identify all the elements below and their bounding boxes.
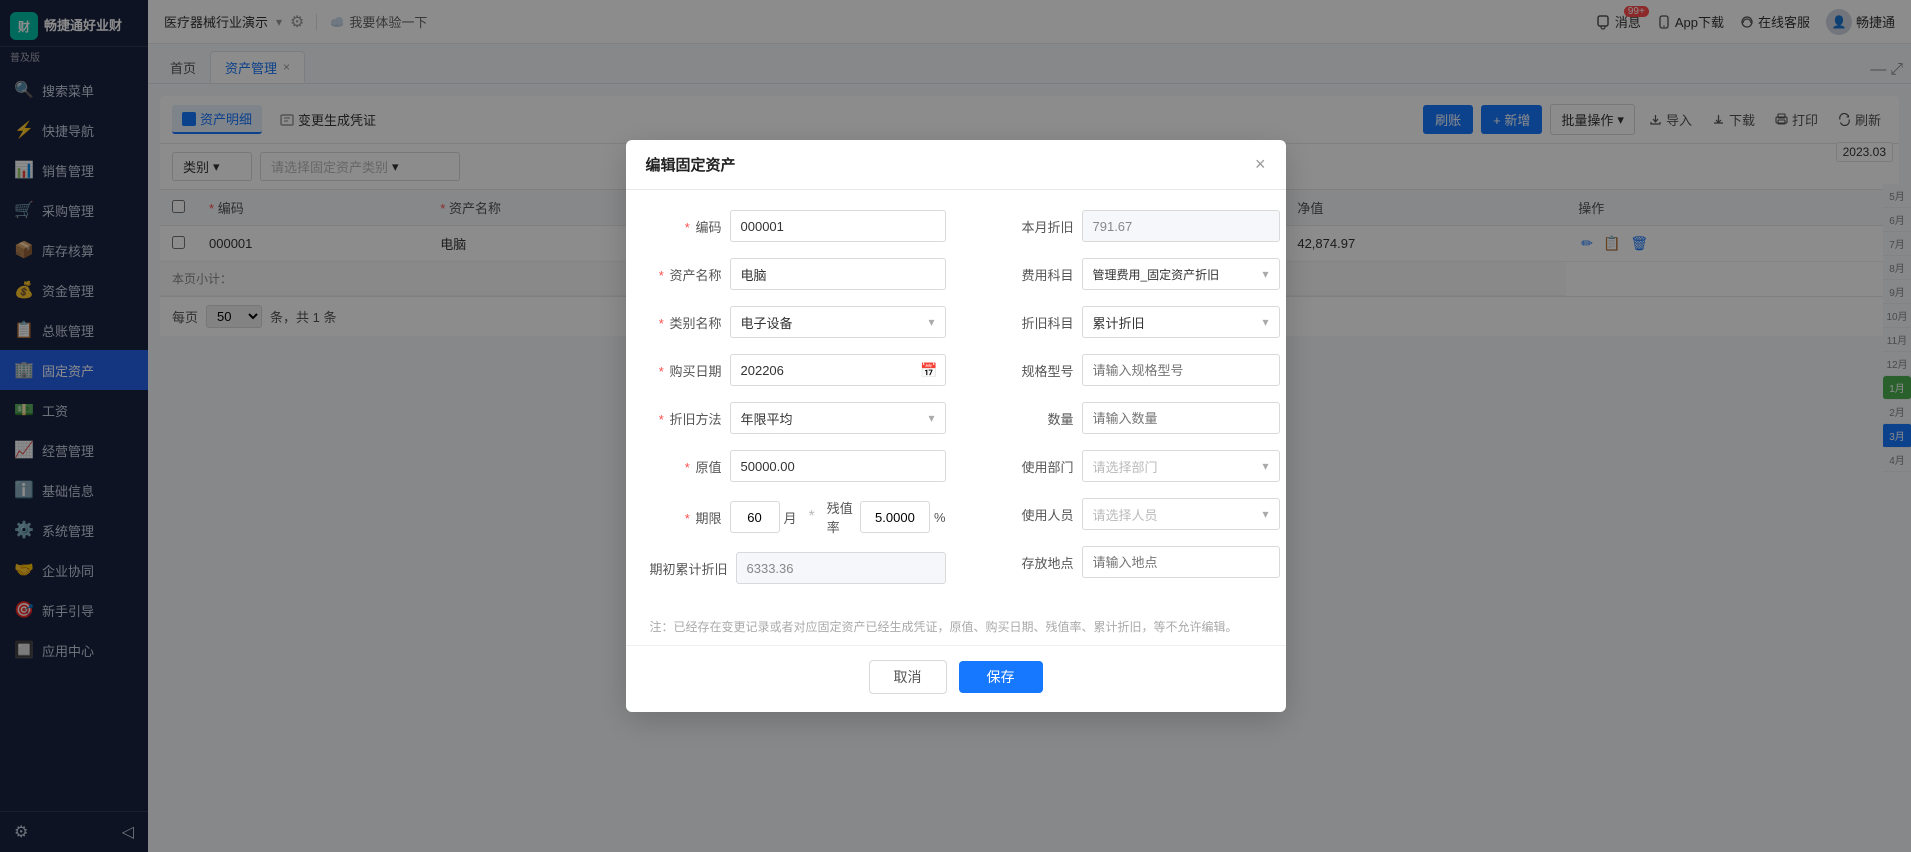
save-button[interactable]: 保存: [959, 661, 1043, 693]
depreciation-method-label: * 折旧方法: [650, 409, 730, 428]
residual-rate-input[interactable]: [860, 501, 930, 533]
edit-fixed-asset-modal: 编辑固定资产 × * 编码: [626, 140, 1286, 712]
modal-form-container: * 编码 * 资产名称: [650, 210, 1262, 600]
required-star: *: [659, 364, 664, 379]
method-dropdown-icon: ▾: [928, 411, 934, 425]
modal-body: * 编码 * 资产名称: [626, 190, 1286, 610]
name-input[interactable]: [730, 258, 946, 290]
initial-accumulated-input: [736, 552, 946, 584]
person-dropdown-icon: ▾: [1262, 507, 1268, 521]
monthly-depreciation-label: 本月折旧: [1002, 217, 1082, 236]
modal-note: 注：已经存在变更记录或者对应固定资产已经生成凭证，原值、购买日期、残值率、累计折…: [626, 610, 1286, 645]
form-row-depreciation-method: * 折旧方法 年限平均 ▾: [650, 402, 946, 434]
cancel-button[interactable]: 取消: [869, 660, 947, 694]
form-row-original-value: * 原值: [650, 450, 946, 482]
department-label: 使用部门: [1002, 457, 1082, 476]
form-row-period-residual: * 期限 月 * 残值率 %: [650, 498, 946, 536]
required-star: *: [685, 220, 690, 235]
modal-overlay: 编辑固定资产 × * 编码: [0, 0, 1911, 852]
quantity-input[interactable]: [1082, 402, 1280, 434]
required-star: *: [659, 412, 664, 427]
depreciation-dropdown-icon: ▾: [1262, 315, 1268, 329]
required-star: *: [659, 316, 664, 331]
modal-footer: 取消 保存: [626, 645, 1286, 712]
calendar-icon: 📅: [920, 362, 937, 379]
form-row-purchase-date: * 购买日期 📅: [650, 354, 946, 386]
form-row-department: 使用部门 请选择部门 ▾: [1002, 450, 1280, 482]
category-dropdown-icon: ▾: [928, 315, 934, 329]
depreciation-method-select[interactable]: 年限平均 ▾: [730, 402, 946, 434]
monthly-depreciation-input: [1082, 210, 1280, 242]
required-star: *: [685, 511, 690, 526]
depreciation-subject-select[interactable]: 累计折旧 ▾: [1082, 306, 1280, 338]
person-label: 使用人员: [1002, 505, 1082, 524]
original-value-label: * 原值: [650, 457, 730, 476]
modal-right-col: 本月折旧 费用科目 管理费用_固定资产折旧 ▾: [982, 210, 1280, 600]
form-row-initial-accumulated: 期初累计折旧: [650, 552, 946, 584]
dept-dropdown-icon: ▾: [1262, 459, 1268, 473]
period-label: * 期限: [650, 508, 730, 527]
period-residual-inline: 月 * 残值率 %: [730, 498, 946, 536]
form-row-spec: 规格型号: [1002, 354, 1280, 386]
purchase-date-label: * 购买日期: [650, 361, 730, 380]
category-select[interactable]: 电子设备 ▾: [730, 306, 946, 338]
modal-header: 编辑固定资产 ×: [626, 140, 1286, 190]
depreciation-subject-label: 折旧科目: [1002, 313, 1082, 332]
quantity-label: 数量: [1002, 409, 1082, 428]
location-label: 存放地点: [1002, 553, 1082, 572]
period-input[interactable]: [730, 501, 780, 533]
expense-subject-select[interactable]: 管理费用_固定资产折旧 ▾: [1082, 258, 1280, 290]
spec-input[interactable]: [1082, 354, 1280, 386]
spec-label: 规格型号: [1002, 361, 1082, 380]
department-select[interactable]: 请选择部门 ▾: [1082, 450, 1280, 482]
modal-title: 编辑固定资产: [646, 154, 736, 175]
purchase-date-wrap: 📅: [730, 354, 946, 386]
original-value-input[interactable]: [730, 450, 946, 482]
form-row-person: 使用人员 请选择人员 ▾: [1002, 498, 1280, 530]
form-row-monthly-depreciation: 本月折旧: [1002, 210, 1280, 242]
person-select[interactable]: 请选择人员 ▾: [1082, 498, 1280, 530]
form-row-expense-subject: 费用科目 管理费用_固定资产折旧 ▾: [1002, 258, 1280, 290]
required-star: *: [685, 460, 690, 475]
form-row-location: 存放地点: [1002, 546, 1280, 578]
name-label: * 资产名称: [650, 265, 730, 284]
purchase-date-input[interactable]: [730, 354, 946, 386]
code-label: * 编码: [650, 217, 730, 236]
form-row-name: * 资产名称: [650, 258, 946, 290]
form-row-category: * 类别名称 电子设备 ▾: [650, 306, 946, 338]
form-row-depreciation-subject: 折旧科目 累计折旧 ▾: [1002, 306, 1280, 338]
required-star: *: [659, 268, 664, 283]
form-row-code: * 编码: [650, 210, 946, 242]
modal-close-button[interactable]: ×: [1255, 154, 1266, 175]
expense-subject-label: 费用科目: [1002, 265, 1082, 284]
location-input[interactable]: [1082, 546, 1280, 578]
expense-dropdown-icon: ▾: [1262, 267, 1268, 281]
category-label: * 类别名称: [650, 313, 730, 332]
initial-accumulated-label: 期初累计折旧: [650, 559, 736, 578]
modal-left-col: * 编码 * 资产名称: [650, 210, 966, 600]
form-row-quantity: 数量: [1002, 402, 1280, 434]
code-input[interactable]: [730, 210, 946, 242]
